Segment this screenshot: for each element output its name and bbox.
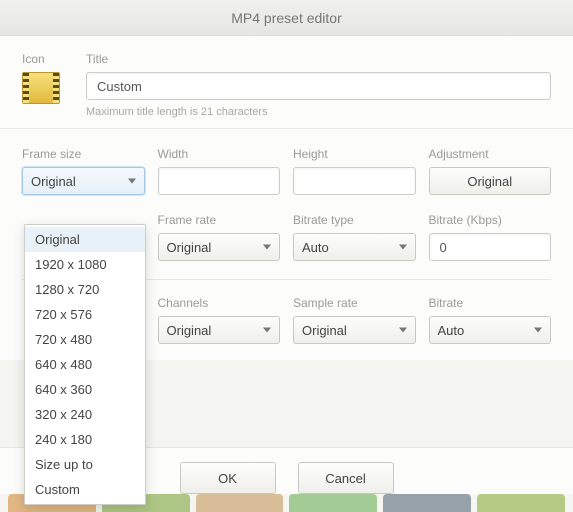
framesize-option[interactable]: 240 x 180	[25, 427, 145, 452]
height-label: Height	[293, 147, 416, 161]
audiobitrate-value: Auto	[438, 323, 465, 338]
film-icon[interactable]	[22, 72, 60, 104]
bitratetype-value: Auto	[302, 240, 329, 255]
width-input[interactable]	[158, 167, 281, 195]
framesize-option[interactable]: 320 x 240	[25, 402, 145, 427]
title-input[interactable]	[86, 72, 551, 100]
chevron-down-icon	[534, 328, 542, 333]
framesize-option[interactable]: Size up to	[25, 452, 145, 477]
framesize-option[interactable]: Custom	[25, 477, 145, 502]
chevron-down-icon	[399, 328, 407, 333]
window-title: MP4 preset editor	[231, 10, 342, 26]
channels-label: Channels	[158, 296, 281, 310]
cancel-button[interactable]: Cancel	[298, 462, 394, 494]
framerate-value: Original	[167, 240, 212, 255]
ok-button[interactable]: OK	[180, 462, 276, 494]
chevron-down-icon	[263, 328, 271, 333]
chevron-down-icon	[128, 179, 136, 184]
bitratekbps-label: Bitrate (Kbps)	[429, 213, 552, 227]
bitratetype-select[interactable]: Auto	[293, 233, 416, 261]
framesize-value: Original	[31, 174, 76, 189]
titlebar: MP4 preset editor	[0, 0, 573, 36]
framesize-option[interactable]: 1920 x 1080	[25, 252, 145, 277]
framesize-option[interactable]: 1280 x 720	[25, 277, 145, 302]
samplerate-select[interactable]: Original	[293, 316, 416, 344]
bitratekbps-input[interactable]	[429, 233, 552, 261]
adjustment-label: Adjustment	[429, 147, 552, 161]
icon-label: Icon	[22, 52, 68, 66]
framerate-select[interactable]: Original	[158, 233, 281, 261]
framesize-option[interactable]: 640 x 360	[25, 377, 145, 402]
framerate-label: Frame rate	[158, 213, 281, 227]
framesize-option[interactable]: Original	[25, 227, 145, 252]
framesize-select[interactable]: Original	[22, 167, 145, 195]
framesize-dropdown[interactable]: Original1920 x 10801280 x 720720 x 57672…	[24, 224, 146, 505]
bitratetype-label: Bitrate type	[293, 213, 416, 227]
framesize-option[interactable]: 720 x 576	[25, 302, 145, 327]
framesize-label: Frame size	[22, 147, 145, 161]
adjustment-button[interactable]: Original	[429, 167, 552, 195]
audiobitrate-label: Bitrate	[429, 296, 552, 310]
channels-select[interactable]: Original	[158, 316, 281, 344]
chevron-down-icon	[263, 245, 271, 250]
audiobitrate-select[interactable]: Auto	[429, 316, 552, 344]
samplerate-value: Original	[302, 323, 347, 338]
title-hint: Maximum title length is 21 characters	[86, 106, 551, 118]
framesize-option[interactable]: 720 x 480	[25, 327, 145, 352]
samplerate-label: Sample rate	[293, 296, 416, 310]
header-section: Icon Title Maximum title length is 21 ch…	[0, 36, 573, 129]
channels-value: Original	[167, 323, 212, 338]
title-label: Title	[86, 52, 551, 66]
framesize-option[interactable]: 640 x 480	[25, 352, 145, 377]
width-label: Width	[158, 147, 281, 161]
height-input[interactable]	[293, 167, 416, 195]
chevron-down-icon	[399, 245, 407, 250]
